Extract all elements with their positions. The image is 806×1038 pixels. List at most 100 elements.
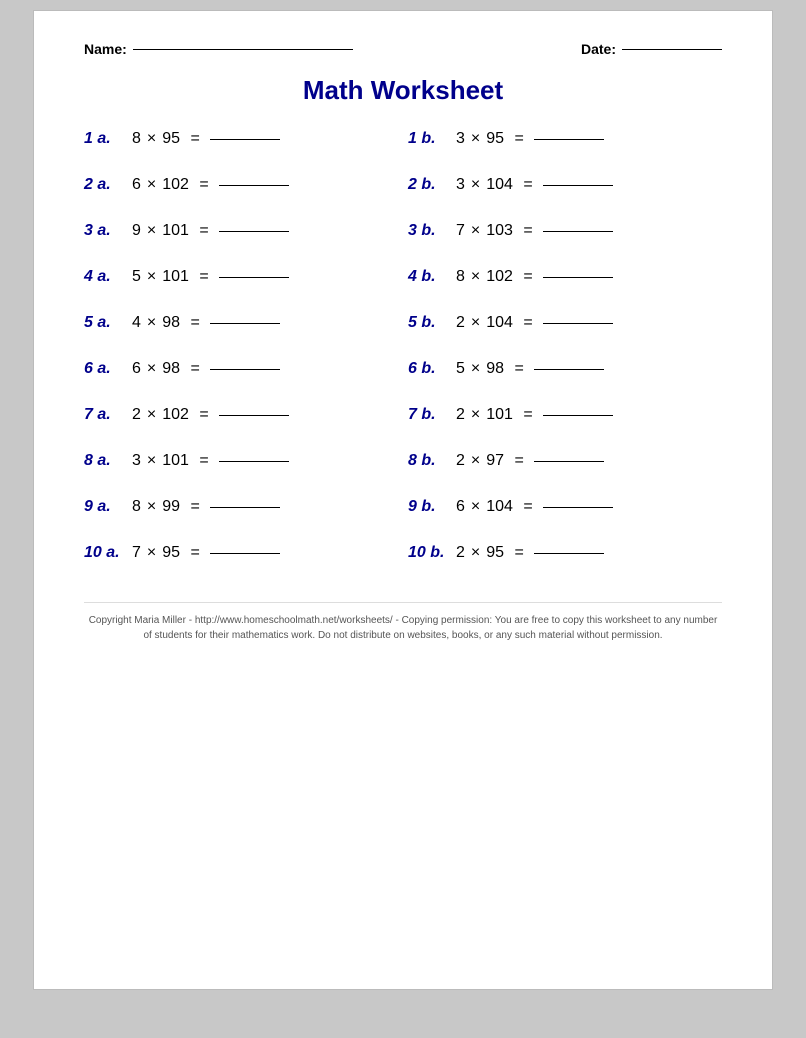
answer-line[interactable] [210,553,280,554]
problem-num1: 6 [132,360,141,378]
problem-num2: 101 [486,406,513,424]
problem-item: 5 b. 2 × 104 = [408,314,722,332]
problem-item: 3 a. 9 × 101 = [84,222,398,240]
problem-num2: 95 [486,130,504,148]
answer-line[interactable] [219,185,289,186]
answer-line[interactable] [543,231,613,232]
problem-equation: 9 × 101 = [132,222,289,240]
problem-item: 9 b. 6 × 104 = [408,498,722,516]
problem-num2: 101 [162,222,189,240]
problem-equation: 8 × 99 = [132,498,280,516]
problem-item: 2 b. 3 × 104 = [408,176,722,194]
problem-op: × [471,268,480,286]
problem-item: 3 b. 7 × 103 = [408,222,722,240]
problem-equation: 2 × 97 = [456,452,604,470]
problem-item: 9 a. 8 × 99 = [84,498,398,516]
answer-line[interactable] [534,461,604,462]
problem-equation: 6 × 102 = [132,176,289,194]
answer-line[interactable] [543,323,613,324]
problem-num1: 7 [456,222,465,240]
answer-line[interactable] [534,369,604,370]
answer-line[interactable] [543,185,613,186]
answer-line[interactable] [219,415,289,416]
problem-label: 9 b. [408,498,456,516]
problem-op: × [471,130,480,148]
problem-num2: 102 [486,268,513,286]
problem-num1: 3 [456,176,465,194]
problem-num2: 101 [162,452,189,470]
name-label: Name: [84,41,127,57]
problem-label: 9 a. [84,498,132,516]
problem-op: × [471,498,480,516]
problem-num1: 3 [132,452,141,470]
problem-label: 4 a. [84,268,132,286]
problem-equation: 5 × 98 = [456,360,604,378]
problem-equation: 8 × 95 = [132,130,280,148]
problem-item: 1 a. 8 × 95 = [84,130,398,148]
problem-item: 7 a. 2 × 102 = [84,406,398,424]
problem-num1: 8 [132,130,141,148]
problem-item: 4 b. 8 × 102 = [408,268,722,286]
problem-op: × [471,176,480,194]
problem-op: × [147,406,156,424]
problem-num2: 101 [162,268,189,286]
equals-sign: = [519,222,533,240]
equals-sign: = [519,176,533,194]
problem-equation: 6 × 98 = [132,360,280,378]
problem-op: × [471,222,480,240]
answer-line[interactable] [210,323,280,324]
problem-label: 1 b. [408,130,456,148]
problem-num1: 2 [456,314,465,332]
problem-op: × [471,544,480,562]
answer-line[interactable] [534,553,604,554]
problem-label: 8 a. [84,452,132,470]
equals-sign: = [186,360,200,378]
problem-equation: 5 × 101 = [132,268,289,286]
problem-item: 2 a. 6 × 102 = [84,176,398,194]
problem-op: × [471,360,480,378]
problem-equation: 3 × 101 = [132,452,289,470]
problem-num2: 97 [486,452,504,470]
problem-op: × [147,498,156,516]
equals-sign: = [519,406,533,424]
answer-line[interactable] [210,139,280,140]
problem-num1: 7 [132,544,141,562]
worksheet-page: Name: Date: Math Worksheet 1 a. 8 × 95 =… [33,10,773,990]
answer-line[interactable] [543,415,613,416]
problem-label: 6 a. [84,360,132,378]
problem-label: 2 b. [408,176,456,194]
equals-sign: = [195,222,209,240]
problem-num2: 102 [162,406,189,424]
problem-num2: 104 [486,498,513,516]
problem-num1: 5 [456,360,465,378]
answer-line[interactable] [210,369,280,370]
answer-line[interactable] [534,139,604,140]
problem-num2: 102 [162,176,189,194]
problem-op: × [147,176,156,194]
answer-line[interactable] [219,461,289,462]
equals-sign: = [195,406,209,424]
problem-num1: 2 [456,452,465,470]
answer-line[interactable] [543,277,613,278]
problem-label: 8 b. [408,452,456,470]
answer-line[interactable] [543,507,613,508]
problem-num1: 2 [456,544,465,562]
problem-num1: 5 [132,268,141,286]
problem-num1: 2 [132,406,141,424]
answer-line[interactable] [219,231,289,232]
problem-item: 6 b. 5 × 98 = [408,360,722,378]
problem-item: 7 b. 2 × 101 = [408,406,722,424]
problem-num1: 8 [132,498,141,516]
answer-line[interactable] [219,277,289,278]
problem-num2: 103 [486,222,513,240]
footer-text: Copyright Maria Miller - http://www.home… [84,602,722,643]
equals-sign: = [186,544,200,562]
problem-label: 4 b. [408,268,456,286]
problem-equation: 7 × 103 = [456,222,613,240]
equals-sign: = [510,130,524,148]
problem-item: 5 a. 4 × 98 = [84,314,398,332]
problem-op: × [147,452,156,470]
problem-num1: 9 [132,222,141,240]
answer-line[interactable] [210,507,280,508]
problem-item: 6 a. 6 × 98 = [84,360,398,378]
